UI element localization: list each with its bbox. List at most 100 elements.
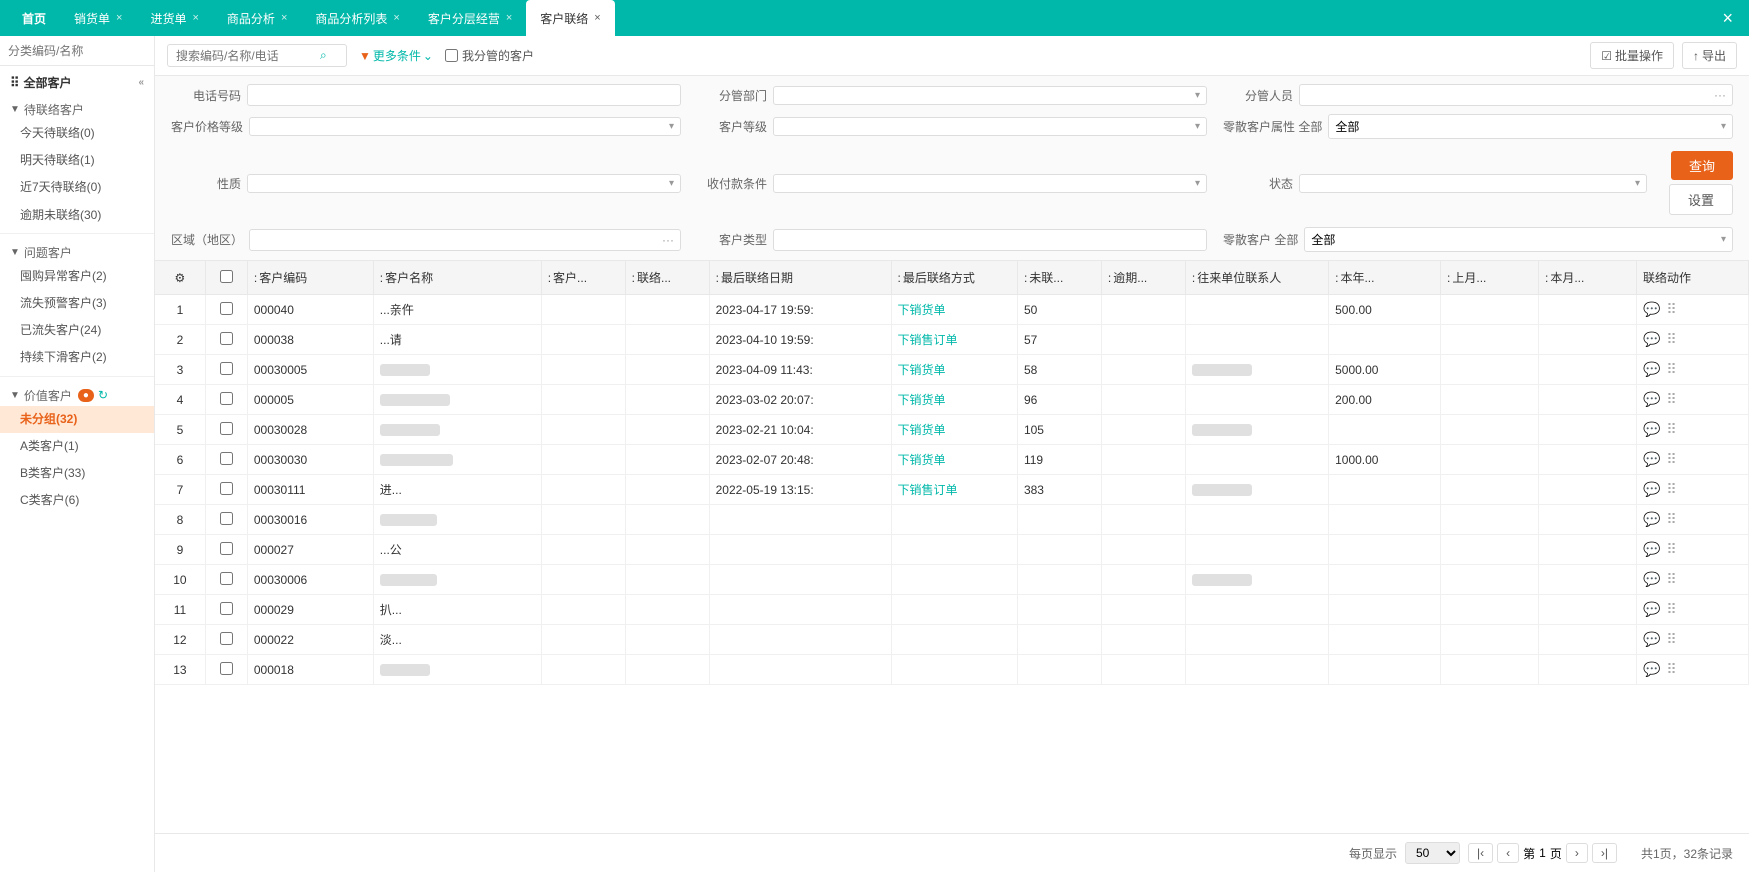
contact-icon[interactable]: 💬: [1643, 601, 1660, 618]
last-way-link[interactable]: 下销售订单: [898, 333, 958, 347]
search-icon[interactable]: ⌕: [320, 48, 327, 63]
th-no-contact[interactable]: :未联...: [1017, 261, 1101, 295]
last-way-link[interactable]: 下销货单: [898, 453, 946, 467]
th-code[interactable]: :客户编码: [247, 261, 373, 295]
prev-page-btn[interactable]: ‹: [1497, 843, 1519, 863]
cell-check[interactable]: [205, 565, 247, 595]
row-checkbox[interactable]: [220, 482, 233, 495]
sidebar-item-class-a[interactable]: A类客户(1): [0, 433, 154, 460]
th-last-way[interactable]: :最后联络方式: [891, 261, 1017, 295]
th-this-year[interactable]: :本年...: [1329, 261, 1441, 295]
close-tab-cust-layer[interactable]: ×: [506, 12, 512, 24]
cell-check[interactable]: [205, 535, 247, 565]
th-overdue[interactable]: :逾期...: [1101, 261, 1185, 295]
first-page-btn[interactable]: |‹: [1468, 843, 1493, 863]
sidebar-item-7days-pending[interactable]: 近7天待联络(0): [0, 174, 154, 201]
sidebar-item-declining[interactable]: 持续下滑客户(2): [0, 344, 154, 371]
more-icon[interactable]: ⠿: [1666, 331, 1676, 348]
row-checkbox[interactable]: [220, 422, 233, 435]
last-way-link[interactable]: 下销货单: [898, 363, 946, 377]
export-button[interactable]: ↑ 导出: [1682, 42, 1737, 69]
status-select[interactable]: ▾: [1299, 174, 1647, 193]
tab-analysis-list[interactable]: 商品分析列表 ×: [301, 0, 413, 36]
more-icon[interactable]: ⠿: [1666, 631, 1676, 648]
row-checkbox[interactable]: [220, 632, 233, 645]
contact-icon[interactable]: 💬: [1643, 511, 1660, 528]
th-last-month[interactable]: :上月...: [1441, 261, 1539, 295]
contact-icon[interactable]: 💬: [1643, 451, 1660, 468]
contact-icon[interactable]: 💬: [1643, 661, 1660, 678]
last-way-link[interactable]: 下销货单: [898, 393, 946, 407]
next-page-btn[interactable]: ›: [1566, 843, 1588, 863]
cell-check[interactable]: [205, 295, 247, 325]
th-check[interactable]: [205, 261, 247, 295]
contact-icon[interactable]: 💬: [1643, 421, 1660, 438]
close-all-tabs[interactable]: ×: [1714, 8, 1741, 29]
cell-check[interactable]: [205, 415, 247, 445]
last-way-link[interactable]: 下销售订单: [898, 483, 958, 497]
row-checkbox[interactable]: [220, 362, 233, 375]
cell-check[interactable]: [205, 325, 247, 355]
more-icon[interactable]: ⠿: [1666, 571, 1676, 588]
tab-cust-contact[interactable]: 客户联络 ×: [526, 0, 614, 36]
group-pending-label[interactable]: ▼ 待联络客户: [0, 95, 154, 120]
th-last-date[interactable]: :最后联络日期: [709, 261, 891, 295]
search-input[interactable]: [176, 49, 316, 63]
th-settings[interactable]: ⚙: [155, 261, 205, 295]
cell-check[interactable]: [205, 385, 247, 415]
contact-icon[interactable]: 💬: [1643, 391, 1660, 408]
row-checkbox[interactable]: [220, 512, 233, 525]
more-icon[interactable]: ⠿: [1666, 421, 1676, 438]
last-way-link[interactable]: 下销货单: [898, 303, 946, 317]
row-checkbox[interactable]: [220, 302, 233, 315]
contact-icon[interactable]: 💬: [1643, 541, 1660, 558]
my-customers-checkbox[interactable]: [445, 49, 458, 62]
contact-icon[interactable]: 💬: [1643, 631, 1660, 648]
more-icon[interactable]: ⠿: [1666, 391, 1676, 408]
contact-icon[interactable]: 💬: [1643, 361, 1660, 378]
more-icon[interactable]: ⠿: [1666, 511, 1676, 528]
tab-cust-layer[interactable]: 客户分层经营 ×: [414, 0, 526, 36]
group-problem-label[interactable]: ▼ 问题客户: [0, 238, 154, 263]
page-size-select[interactable]: 50 100 200: [1405, 842, 1460, 864]
select-all-checkbox[interactable]: [220, 270, 233, 283]
th-this-month[interactable]: :本月...: [1538, 261, 1636, 295]
cell-check[interactable]: [205, 475, 247, 505]
sidebar-item-unclassified[interactable]: 未分组(32): [0, 406, 154, 433]
sidebar-item-today-pending[interactable]: 今天待联络(0): [0, 120, 154, 147]
payment-select[interactable]: ▾: [773, 174, 1207, 193]
cell-check[interactable]: [205, 445, 247, 475]
retail-attr-select[interactable]: 全部 ▾: [1328, 114, 1733, 139]
more-icon[interactable]: ⠿: [1666, 301, 1676, 318]
more-conditions-btn[interactable]: ▼ 更多条件 ⌄: [359, 47, 433, 64]
tab-purchase[interactable]: 进货单 ×: [136, 0, 212, 36]
retail-cust-select[interactable]: 全部 ▾: [1304, 227, 1733, 252]
sidebar-item-tomorrow-pending[interactable]: 明天待联络(1): [0, 147, 154, 174]
all-customers-header[interactable]: ⠿ 全部客户 «: [0, 66, 154, 95]
price-level-select[interactable]: ▾: [249, 117, 681, 136]
cust-level-select[interactable]: ▾: [773, 117, 1207, 136]
collapse-sidebar-icon[interactable]: «: [138, 77, 144, 88]
close-tab-purchase[interactable]: ×: [192, 12, 198, 24]
contact-icon[interactable]: 💬: [1643, 331, 1660, 348]
sidebar-search-input[interactable]: [8, 44, 155, 58]
row-checkbox[interactable]: [220, 572, 233, 585]
more-icon[interactable]: ⠿: [1666, 361, 1676, 378]
dept-select[interactable]: ▾: [773, 86, 1207, 105]
tab-home[interactable]: 首页: [8, 0, 60, 36]
group-value-label[interactable]: ▼ 价值客户 ● ↻: [0, 381, 154, 406]
row-checkbox[interactable]: [220, 602, 233, 615]
cell-check[interactable]: [205, 655, 247, 685]
query-button[interactable]: 查询: [1671, 151, 1733, 180]
row-checkbox[interactable]: [220, 332, 233, 345]
contact-icon[interactable]: 💬: [1643, 481, 1660, 498]
row-checkbox[interactable]: [220, 542, 233, 555]
contact-icon[interactable]: 💬: [1643, 571, 1660, 588]
cust-type-input[interactable]: [773, 229, 1207, 251]
th-cust-type[interactable]: :客户...: [541, 261, 625, 295]
cell-check[interactable]: [205, 355, 247, 385]
region-select[interactable]: ···: [249, 229, 681, 251]
last-page-btn[interactable]: ›|: [1592, 843, 1617, 863]
more-icon[interactable]: ⠿: [1666, 541, 1676, 558]
manager-select[interactable]: ···: [1299, 84, 1733, 106]
